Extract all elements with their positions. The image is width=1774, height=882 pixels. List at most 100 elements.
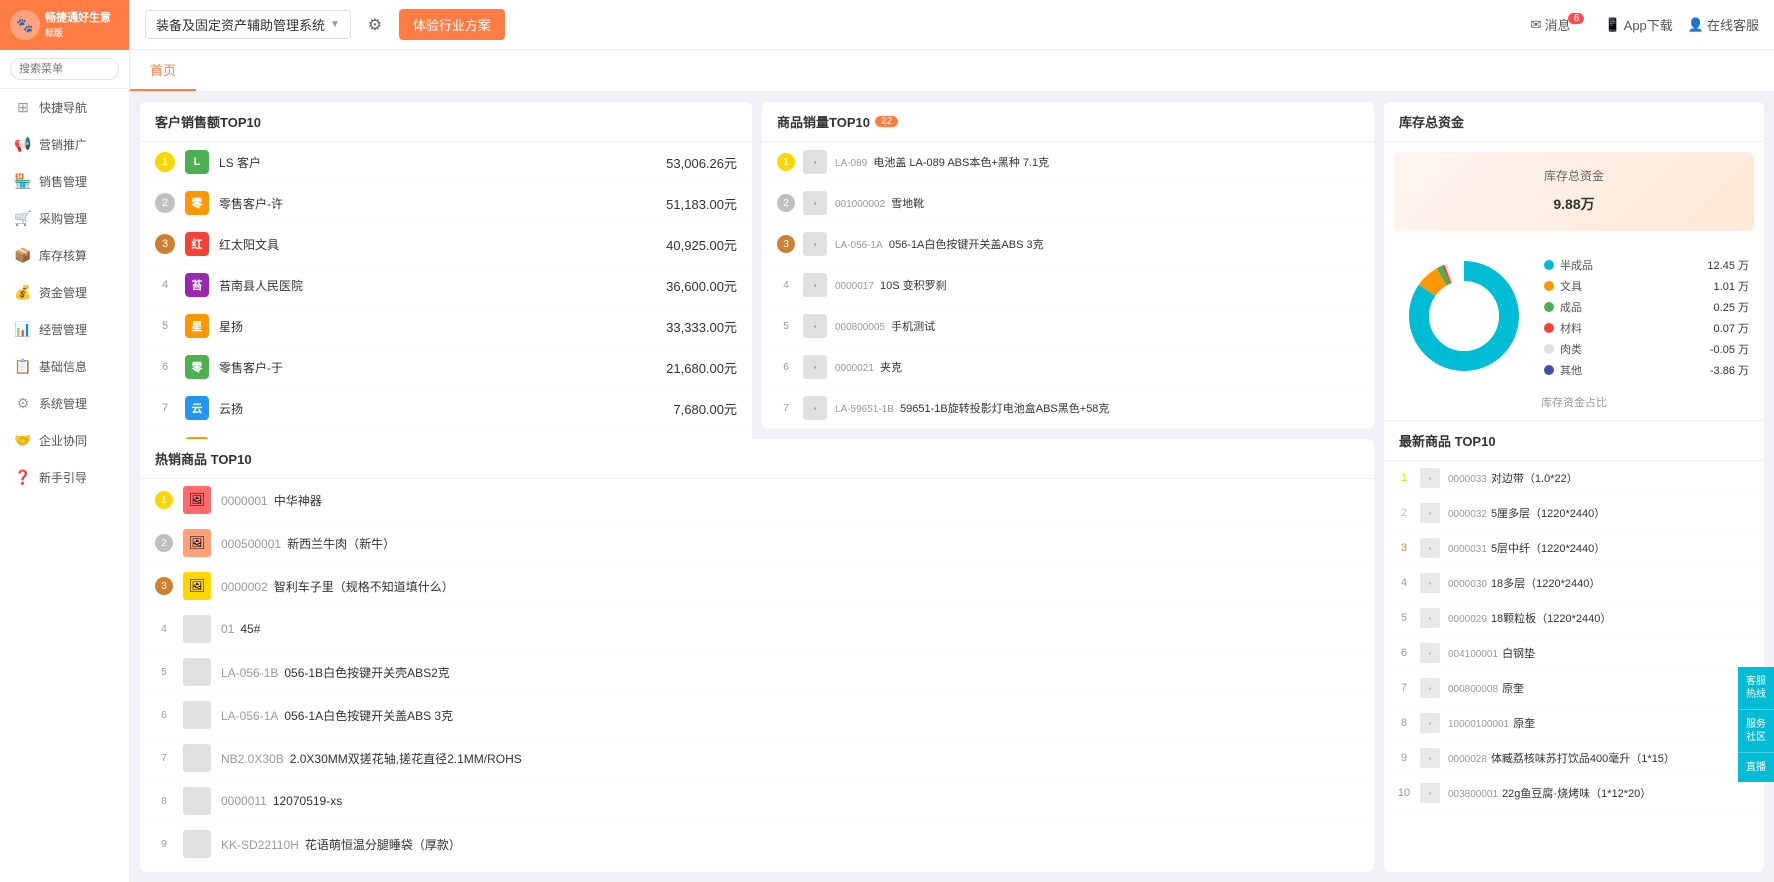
latest-product-item[interactable]: 1 ▪ 0000033对边带（1.0*22） (1384, 461, 1764, 496)
latest-product-item[interactable]: 6 ▪ 004100001白钢垫 (1384, 636, 1764, 671)
sidebar-item-inventory[interactable]: 📦 库存核算 (0, 237, 129, 274)
app-download-button[interactable]: 📱 App下载 (1604, 15, 1672, 34)
sidebar-item-sales[interactable]: 🏪 销售管理 (0, 163, 129, 200)
hot-product-thumb: 🖼 (183, 486, 211, 514)
product-rank: 5 (777, 317, 795, 335)
latest-product-item[interactable]: 2 ▪ 00000325厘多层（1220*2440） (1384, 496, 1764, 531)
ranking-item[interactable]: 6 零 零售客户-于 21,680.00元 (140, 347, 752, 388)
latest-product-item[interactable]: 9 ▪ 0000028体臧荔核味苏打饮品400毫升（1*15） (1384, 741, 1764, 776)
product-info: 000800005 手机测试 (835, 318, 1359, 334)
legend-dot (1544, 344, 1554, 354)
product-item[interactable]: 4 ▪ 0000017 10S 变积罗刹 (762, 265, 1374, 306)
ranking-item[interactable]: 3 红 红太阳文具 40,925.00元 (140, 224, 752, 265)
hot-product-item[interactable]: 6 LA-056-1A056-1A白色按键开关盖ABS 3克 (140, 694, 1374, 737)
hot-product-item[interactable]: 1 🖼 0000001中华神器 (140, 479, 1374, 522)
ranking-item[interactable]: 5 星 星扬 33,333.00元 (140, 306, 752, 347)
logo-subtitle: 标版 (45, 26, 111, 39)
hot-product-item[interactable]: 8 000001112070519-xs (140, 780, 1374, 823)
hot-product-item[interactable]: 9 KK-SD22110H花语萌恒温分腿睡袋（厚款） (140, 823, 1374, 866)
latest-product-item[interactable]: 7 ▪ 000800008原奎 (1384, 671, 1764, 706)
customer-service-button[interactable]: 客服热线 (1738, 667, 1774, 710)
rank-number: 5 (155, 316, 175, 336)
product-item[interactable]: 1 ▪ LA-089 电池盖 LA-089 ABS本色+黑种 7.1克 (762, 142, 1374, 183)
hot-product-item[interactable]: 7 NB2.0X30B2.0X30MM双搓花轴,搓花直径2.1MM/ROHS (140, 737, 1374, 780)
hot-product-item[interactable]: 3 🖼 0000002智利车子里（规格不知道填什么） (140, 565, 1374, 608)
hot-product-thumb (183, 744, 211, 772)
system-select[interactable]: 装备及固定资产辅助管理系统 ▼ (145, 10, 351, 39)
hot-product-rank: 2 (155, 534, 173, 552)
inventory-header: 库存总资金 (1384, 102, 1764, 142)
ranking-item[interactable]: 7 云 云扬 7,680.00元 (140, 388, 752, 429)
inventory-total-label: 库存总资金 (1409, 167, 1739, 184)
ranking-avatar: 星 (185, 314, 209, 338)
sidebar-item-cooperation[interactable]: 🤝 企业协同 (0, 422, 129, 459)
sidebar-item-purchase[interactable]: 🛒 采购管理 (0, 200, 129, 237)
product-item[interactable]: 7 ▪ LA-59651-1B 59651-1B旋转投影灯电池盒ABS黑色+58… (762, 388, 1374, 429)
online-service-button[interactable]: 👤 在线客服 (1688, 15, 1759, 34)
sidebar-item-quick-nav[interactable]: ⊞ 快捷导航 (0, 89, 129, 126)
legend-value: 0.07 万 (1714, 320, 1749, 336)
sidebar-item-finance[interactable]: 💰 资金管理 (0, 274, 129, 311)
product-img: ▪ (803, 191, 827, 215)
latest-info: 10000100001原奎 (1448, 715, 1752, 731)
message-button[interactable]: ✉ 消息 6 (1531, 15, 1590, 34)
latest-rank: 10 (1396, 787, 1412, 799)
latest-product-item[interactable]: 8 ▪ 10000100001原奎 (1384, 706, 1764, 741)
ranking-item[interactable]: 1 L LS 客户 53,006.26元 (140, 142, 752, 183)
latest-product-item[interactable]: 4 ▪ 000003018多层（1220*2440） (1384, 566, 1764, 601)
trial-button[interactable]: 体验行业方案 (399, 9, 505, 40)
product-ranking-title: 商品销量TOP10 (777, 112, 870, 131)
live-button[interactable]: 直播 (1738, 753, 1774, 782)
legend-item: 其他 -3.86 万 (1544, 362, 1749, 378)
ranking-name: 苔南县人民医院 (219, 277, 656, 294)
inventory-legend: 半成品 12.45 万 文具 1.01 万 成品 0.25 万 材料 0.07 … (1544, 257, 1749, 378)
product-rank: 6 (777, 358, 795, 376)
legend-dot (1544, 323, 1554, 333)
search-input[interactable] (10, 58, 119, 80)
service-community-button[interactable]: 服务社区 (1738, 710, 1774, 753)
hot-product-item[interactable]: 5 LA-056-1B056-1B白色按键开关壳ABS2克 (140, 651, 1374, 694)
inventory-icon: 📦 (15, 248, 31, 264)
sidebar-item-operation[interactable]: 📊 经营管理 (0, 311, 129, 348)
latest-img: ▪ (1420, 468, 1440, 488)
product-item[interactable]: 5 ▪ 000800005 手机测试 (762, 306, 1374, 347)
legend-item: 材料 0.07 万 (1544, 320, 1749, 336)
product-item[interactable]: 3 ▪ LA-056-1A 056-1A白色按键开关盖ABS 3克 (762, 224, 1374, 265)
latest-product-item[interactable]: 5 ▪ 000002918颗粒板（1220*2440） (1384, 601, 1764, 636)
sidebar-item-system[interactable]: ⚙ 系统管理 (0, 385, 129, 422)
legend-dot (1544, 281, 1554, 291)
latest-product-item[interactable]: 3 ▪ 00000315层中纤（1220*2440） (1384, 531, 1764, 566)
hot-product-rank: 5 (155, 663, 173, 681)
hot-product-rank: 9 (155, 835, 173, 853)
content-area: 首页 客户销售额TOP10 1 L LS 客户 53,006.26元 2 零 零… (130, 50, 1774, 882)
sidebar-item-basic[interactable]: 📋 基础信息 (0, 348, 129, 385)
hot-product-item[interactable]: 4 0145# (140, 608, 1374, 651)
sidebar-item-guide[interactable]: ❓ 新手引导 (0, 459, 129, 496)
ranking-item[interactable]: 4 苔 苔南县人民医院 36,600.00元 (140, 265, 752, 306)
message-icon: ✉ (1531, 17, 1542, 33)
tab-home[interactable]: 首页 (130, 50, 196, 91)
product-item[interactable]: 6 ▪ 0000021 夹克 (762, 347, 1374, 388)
hot-product-thumb: 🖼 (183, 529, 211, 557)
ranking-amount: 53,006.26元 (666, 153, 737, 172)
hot-product-item[interactable]: 2 🖼 000500001新西兰牛肉（新牛） (140, 522, 1374, 565)
latest-img: ▪ (1420, 573, 1440, 593)
rank-number: 7 (155, 398, 175, 418)
legend-item: 成品 0.25 万 (1544, 299, 1749, 315)
settings-button[interactable]: ⚙ (361, 11, 389, 39)
ranking-name: 星扬 (219, 318, 656, 335)
logo-title: 畅捷通好生意 (45, 11, 111, 25)
cooperation-icon: 🤝 (15, 433, 31, 449)
product-item[interactable]: 2 ▪ 001000002 雪地靴 (762, 183, 1374, 224)
hot-product-thumb (183, 830, 211, 858)
sidebar-item-marketing[interactable]: 📢 营销推广 (0, 126, 129, 163)
system-icon: ⚙ (15, 396, 31, 412)
guide-icon: ❓ (15, 470, 31, 486)
sidebar-search-container (0, 50, 129, 89)
main-wrapper: 装备及固定资产辅助管理系统 ▼ ⚙ 体验行业方案 ✉ 消息 6 📱 App下载 … (130, 0, 1774, 882)
latest-product-item[interactable]: 10 ▪ 00380000122g鱼豆腐·烧烤味（1*12*20） (1384, 776, 1764, 811)
sidebar-item-label: 资金管理 (39, 284, 87, 301)
latest-rank: 3 (1396, 542, 1412, 554)
ranking-item[interactable]: 2 零 零售客户-许 51,183.00元 (140, 183, 752, 224)
ranking-amount: 51,183.00元 (666, 194, 737, 213)
